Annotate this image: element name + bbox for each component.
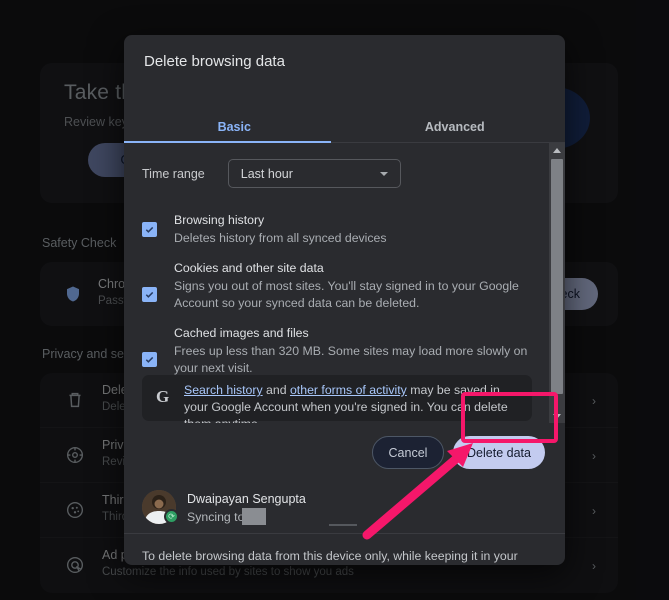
- scrollbar-thumb[interactable]: [551, 159, 563, 394]
- dialog-scroll-body: Time range Last hour Browsing history De…: [124, 143, 565, 431]
- annotation-arrow-icon: [362, 443, 473, 540]
- redacted-email: [242, 508, 266, 525]
- tab-basic[interactable]: Basic: [124, 112, 345, 142]
- time-range-row: Time range Last hour: [142, 159, 401, 188]
- checkbox-title: Cached images and files: [174, 326, 309, 340]
- cached-images-checkbox[interactable]: [142, 352, 157, 367]
- time-range-value: Last hour: [240, 166, 293, 181]
- dialog-scroll-content: Time range Last hour Browsing history De…: [124, 143, 549, 431]
- chevron-down-icon: [379, 172, 388, 176]
- checkbox-description: Signs you out of most sites. You'll stay…: [174, 279, 519, 310]
- dialog-title: Delete browsing data: [144, 53, 285, 70]
- other-forms-of-activity-link[interactable]: other forms of activity: [290, 383, 407, 397]
- google-text-mid: and: [262, 383, 290, 397]
- checkbox-title: Cookies and other site data: [174, 261, 324, 275]
- footnote-lead: To delete browsing data from this device…: [142, 549, 518, 563]
- checkbox-description: Frees up less than 320 MB. Some sites ma…: [174, 344, 528, 375]
- cookies-checkbox[interactable]: [142, 287, 157, 302]
- time-range-select[interactable]: Last hour: [227, 159, 401, 188]
- screen: Take the Review key p Get starte Safety …: [0, 0, 669, 600]
- google-g-icon: G: [156, 387, 170, 406]
- sync-badge-icon: ⟳: [164, 509, 179, 524]
- account-name: Dwaipayan Sengupta: [187, 492, 306, 506]
- dialog-tabs: Basic Advanced: [124, 112, 566, 143]
- redaction-mark: [329, 524, 357, 526]
- time-range-label: Time range: [142, 166, 205, 181]
- checkbox-description: Deletes history from all synced devices: [174, 231, 387, 245]
- footnote: To delete browsing data from this device…: [142, 547, 542, 565]
- account-sync-status: Syncing to: [187, 510, 245, 524]
- browsing-history-checkbox[interactable]: [142, 222, 157, 237]
- tab-advanced[interactable]: Advanced: [345, 112, 566, 142]
- search-history-link[interactable]: Search history: [184, 383, 263, 397]
- account-strip[interactable]: ⟳ Dwaipayan Sengupta Syncing to: [124, 481, 565, 533]
- account-divider: [124, 533, 565, 534]
- scroll-up-arrow-icon[interactable]: [549, 143, 565, 157]
- delete-browsing-data-dialog: Delete browsing data Basic Advanced Time…: [124, 35, 565, 565]
- checkbox-title: Browsing history: [174, 213, 265, 227]
- dialog-scrollbar[interactable]: [549, 143, 565, 423]
